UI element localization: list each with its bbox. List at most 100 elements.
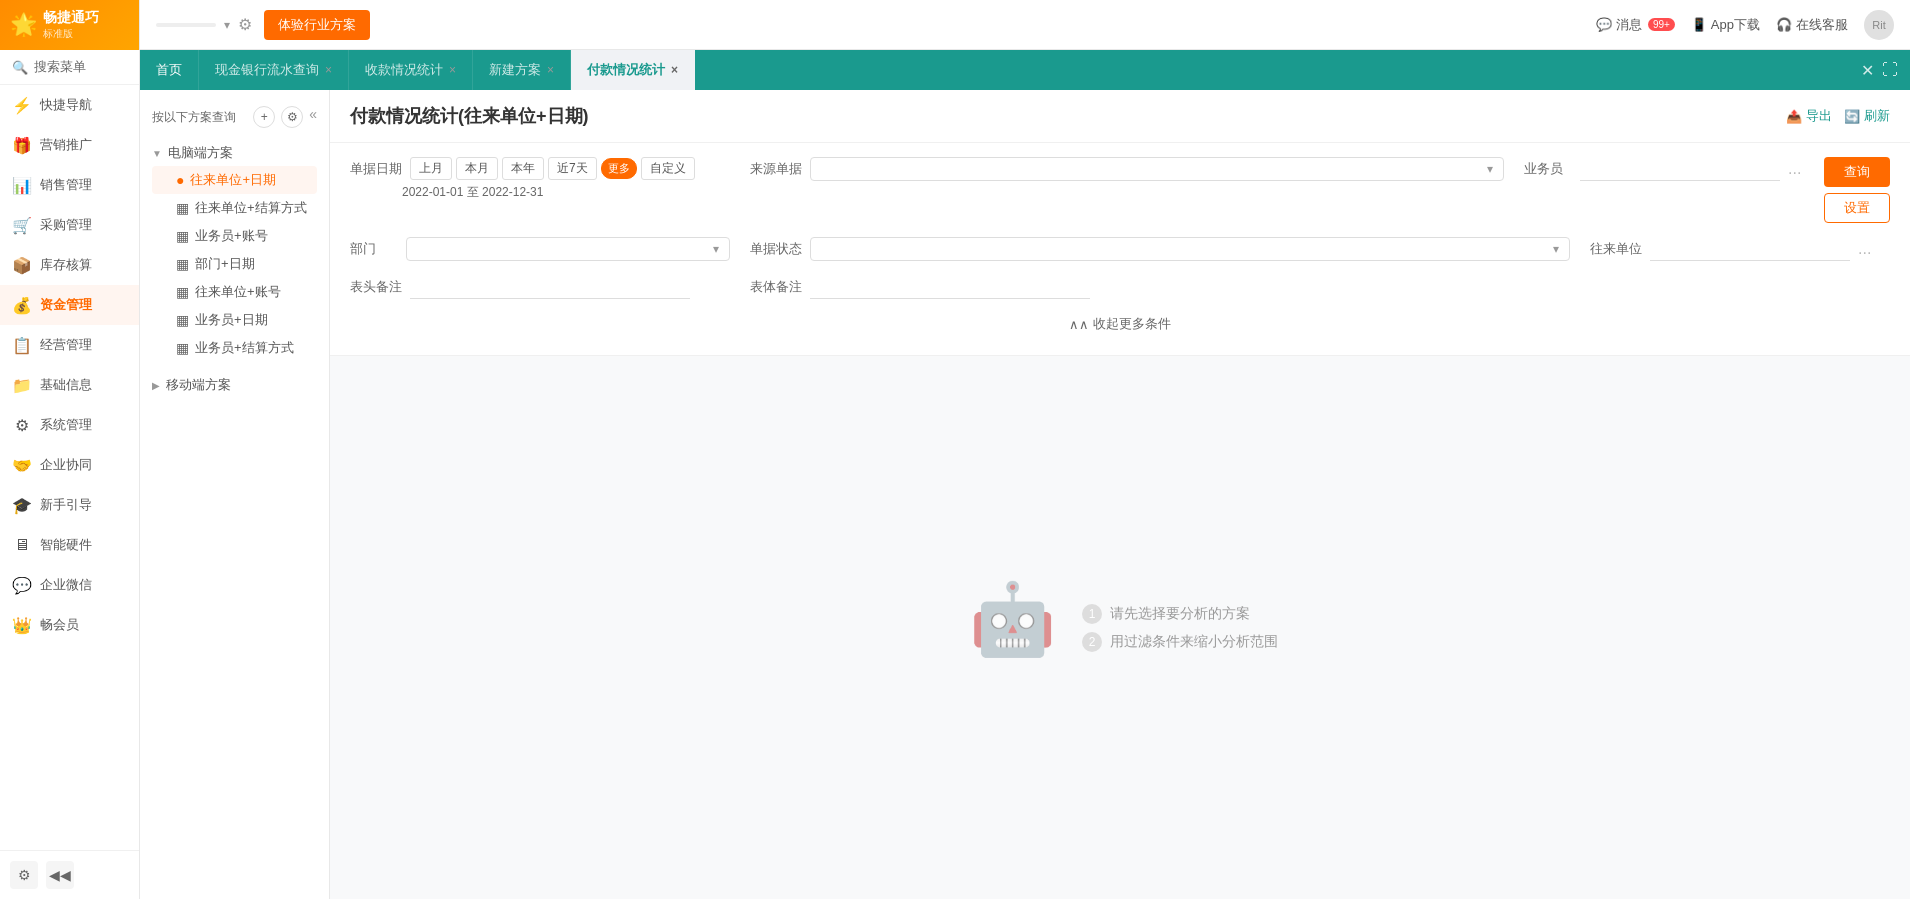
collapse-more-btn[interactable]: ∧∧ 收起更多条件	[350, 307, 1890, 341]
sidebar-collapse-btn[interactable]: ◀◀	[46, 861, 74, 889]
notifications-label: 消息	[1616, 16, 1642, 34]
sidebar-item-sales[interactable]: 📊 销售管理	[0, 165, 139, 205]
marketing-icon: 🎁	[12, 135, 32, 155]
bill-status-arrow: ▾	[1553, 242, 1559, 256]
tab-home[interactable]: 首页	[140, 50, 199, 90]
topbar-company-area: ▾ ⚙	[156, 15, 252, 34]
refresh-btn[interactable]: 🔄 刷新	[1844, 107, 1890, 125]
collapse-panel-btn[interactable]: «	[309, 106, 317, 128]
date-btn-custom[interactable]: 自定义	[641, 157, 695, 180]
query-btn[interactable]: 查询	[1824, 157, 1890, 187]
tab-new-scheme[interactable]: 新建方案 ×	[473, 50, 571, 90]
scheme-item-salesman-date[interactable]: ▦ 业务员+日期	[152, 306, 317, 334]
table-body-note-label: 表体备注	[750, 278, 802, 296]
scheme-item-salesman-settle[interactable]: ▦ 业务员+结算方式	[152, 334, 317, 362]
scheme-item-label: 往来单位+账号	[195, 283, 281, 301]
topbar-gear-icon[interactable]: ⚙	[238, 15, 252, 34]
scheme-item-label: 业务员+日期	[195, 311, 268, 329]
scheme-item-dept-date[interactable]: ▦ 部门+日期	[152, 250, 317, 278]
settings-scheme-btn[interactable]: ⚙	[281, 106, 303, 128]
sidebar-item-member[interactable]: 👑 畅会员	[0, 605, 139, 645]
tab-fullscreen-btn[interactable]: ⛶	[1882, 61, 1898, 79]
tab-receipt-stats-close[interactable]: ×	[449, 63, 456, 77]
topbar-app-download[interactable]: 📱 App下载	[1691, 16, 1760, 34]
tab-payment-stats-label: 付款情况统计	[587, 61, 665, 79]
mobile-group-title[interactable]: ▶ 移动端方案	[140, 368, 329, 398]
sidebar-item-weixin[interactable]: 💬 企业微信	[0, 565, 139, 605]
tab-payment-stats-close[interactable]: ×	[671, 63, 678, 77]
mobile-group-arrow: ▶	[152, 380, 160, 391]
dept-select[interactable]: ▾	[406, 237, 730, 261]
online-service-label: 在线客服	[1796, 16, 1848, 34]
date-btn-this-month[interactable]: 本月	[456, 157, 498, 180]
search-icon: 🔍	[12, 60, 28, 75]
bill-status-select[interactable]: ▾	[810, 237, 1570, 261]
filter-area: 单据日期 上月 本月 本年 近7天 更多 自定义 2022-01-01 至 20…	[330, 143, 1910, 356]
scheme-item-label: 往来单位+日期	[190, 171, 276, 189]
salesman-more-btn[interactable]: ...	[1788, 160, 1801, 178]
sidebar-item-quick-nav[interactable]: ⚡ 快捷导航	[0, 85, 139, 125]
cooperation-icon: 🤝	[12, 455, 32, 475]
topbar-user-area[interactable]: Rit	[1864, 10, 1894, 40]
empty-tips: 1 请先选择要分析的方案 2 用过滤条件来缩小分析范围	[1082, 604, 1278, 652]
scheme-item-counterpart-settle[interactable]: ▦ 往来单位+结算方式	[152, 194, 317, 222]
sidebar-item-operation[interactable]: 📋 经营管理	[0, 325, 139, 365]
finance-icon: 💰	[12, 295, 32, 315]
sidebar-item-system[interactable]: ⚙ 系统管理	[0, 405, 139, 445]
topbar: ▾ ⚙ 体验行业方案 💬 消息 99+ 📱 App下载 🎧 在线客服 Rit	[140, 0, 1910, 50]
counterpart-more-btn[interactable]: ...	[1858, 240, 1871, 258]
table-header-note-input[interactable]	[410, 275, 690, 299]
date-btn-more[interactable]: 更多	[601, 158, 637, 179]
sidebar-item-label: 采购管理	[40, 216, 92, 234]
tab-receipt-stats[interactable]: 收款情况统计 ×	[349, 50, 473, 90]
sidebar-item-inventory[interactable]: 📦 库存核算	[0, 245, 139, 285]
source-bill-select[interactable]: ▾	[810, 157, 1504, 181]
sidebar-nav: ⚡ 快捷导航 🎁 营销推广 📊 销售管理 🛒 采购管理 📦 库存核算 💰 资金管…	[0, 85, 139, 850]
tab-bank-flow[interactable]: 现金银行流水查询 ×	[199, 50, 349, 90]
add-scheme-btn[interactable]: +	[253, 106, 275, 128]
sidebar-item-label: 企业微信	[40, 576, 92, 594]
tab-close-all-btn[interactable]: ✕	[1861, 61, 1874, 80]
tab-new-scheme-close[interactable]: ×	[547, 63, 554, 77]
counterpart-label: 往来单位	[1590, 240, 1642, 258]
sidebar-search-btn[interactable]: 🔍 搜索菜单	[0, 50, 139, 85]
source-bill-arrow: ▾	[1487, 162, 1493, 176]
tab-new-scheme-label: 新建方案	[489, 61, 541, 79]
tab-bank-flow-close[interactable]: ×	[325, 63, 332, 77]
trial-btn[interactable]: 体验行业方案	[264, 10, 370, 40]
salesman-input[interactable]	[1580, 157, 1780, 181]
counterpart-input[interactable]	[1650, 237, 1850, 261]
topbar-notifications[interactable]: 💬 消息 99+	[1596, 16, 1675, 34]
collapse-more-label: 收起更多条件	[1093, 315, 1171, 333]
export-label: 导出	[1806, 107, 1832, 125]
export-btn[interactable]: 📤 导出	[1786, 107, 1832, 125]
topbar-dropdown-arrow[interactable]: ▾	[224, 18, 230, 32]
sidebar-item-marketing[interactable]: 🎁 营销推广	[0, 125, 139, 165]
scheme-item-counterpart-date[interactable]: ● 往来单位+日期	[152, 166, 317, 194]
sidebar-item-guide[interactable]: 🎓 新手引导	[0, 485, 139, 525]
date-btn-this-year[interactable]: 本年	[502, 157, 544, 180]
scheme-item-salesman-account[interactable]: ▦ 业务员+账号	[152, 222, 317, 250]
table-body-note-input[interactable]	[810, 275, 1090, 299]
sidebar-item-hardware[interactable]: 🖥 智能硬件	[0, 525, 139, 565]
desktop-group-title[interactable]: ▼ 电脑端方案	[152, 140, 317, 166]
topbar-company-name	[156, 23, 216, 27]
sidebar-settings-btn[interactable]: ⚙	[10, 861, 38, 889]
sidebar-item-basic[interactable]: 📁 基础信息	[0, 365, 139, 405]
setting-btn[interactable]: 设置	[1824, 193, 1890, 223]
sidebar-item-cooperation[interactable]: 🤝 企业协同	[0, 445, 139, 485]
app-download-label: App下载	[1711, 16, 1760, 34]
topbar-online-service[interactable]: 🎧 在线客服	[1776, 16, 1848, 34]
page-header: 付款情况统计(往来单位+日期) 📤 导出 🔄 刷新	[330, 90, 1910, 143]
tab-payment-stats[interactable]: 付款情况统计 ×	[571, 50, 695, 90]
operation-icon: 📋	[12, 335, 32, 355]
member-icon: 👑	[12, 615, 32, 635]
date-btn-7days[interactable]: 近7天	[548, 157, 597, 180]
date-btn-last-month[interactable]: 上月	[410, 157, 452, 180]
scheme-item-counterpart-account[interactable]: ▦ 往来单位+账号	[152, 278, 317, 306]
left-panel: 按以下方案查询 + ⚙ « ▼ 电脑端方案 ● 往来单位+日期 ▦	[140, 90, 330, 899]
sidebar-item-finance[interactable]: 💰 资金管理	[0, 285, 139, 325]
sidebar-item-purchase[interactable]: 🛒 采购管理	[0, 205, 139, 245]
empty-tip-1: 1 请先选择要分析的方案	[1082, 604, 1278, 624]
sidebar-item-label: 智能硬件	[40, 536, 92, 554]
